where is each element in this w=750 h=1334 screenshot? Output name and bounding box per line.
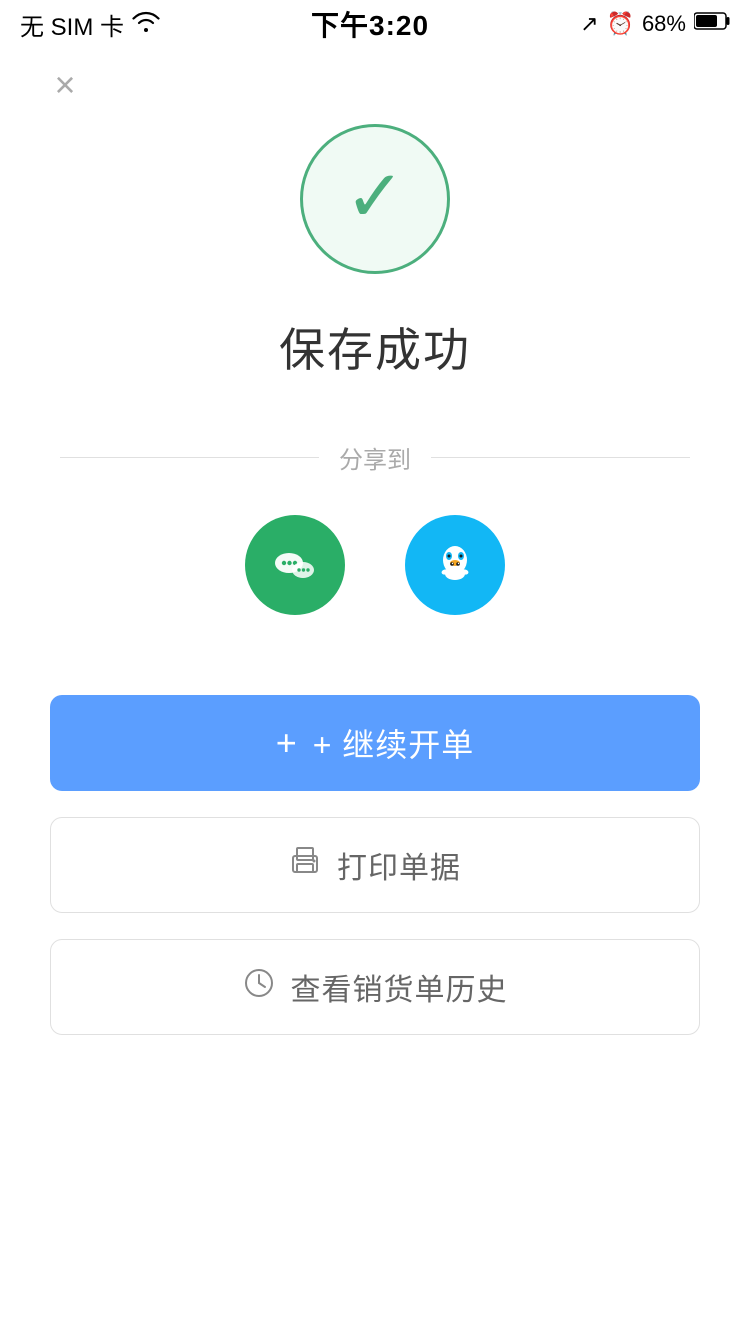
history-button[interactable]: 查看销货单历史 [50,939,700,1035]
main-content: ✓ 保存成功 分享到 [0,44,750,1035]
share-label: 分享到 [319,440,431,475]
wifi-icon [132,10,160,39]
print-button[interactable]: 打印单据 [50,817,700,913]
status-left: 无 SIM 卡 [20,7,160,42]
close-icon: × [54,67,75,103]
time-display: 下午3:20 [311,4,429,44]
success-title: 保存成功 [279,314,471,380]
wechat-share-button[interactable] [245,515,345,615]
alarm-icon: ⏰ [607,11,634,37]
status-bar: 无 SIM 卡 下午3:20 ↗ ⏰ 68% [0,0,750,44]
history-icon [243,967,275,1007]
qq-share-button[interactable] [405,515,505,615]
print-label: 打印单据 [337,843,461,887]
battery-label: 68% [642,11,686,37]
sim-status: 无 SIM 卡 [20,7,124,42]
location-icon: ↗ [580,11,598,37]
divider-line-right [431,457,690,458]
continue-label: + 继续开单 [313,720,475,766]
battery-icon [694,11,730,37]
close-button[interactable]: × [40,60,90,110]
share-icons-row [245,515,505,615]
status-right: ↗ ⏰ 68% [580,11,730,37]
share-divider: 分享到 [0,440,750,475]
continue-icon: + [276,722,297,764]
checkmark-icon: ✓ [345,161,405,233]
action-buttons: + + 继续开单 打印单据 [0,695,750,1035]
print-icon [289,846,321,884]
history-label: 查看销货单历史 [291,965,508,1009]
divider-line-left [60,457,319,458]
success-circle: ✓ [300,124,450,274]
continue-button[interactable]: + + 继续开单 [50,695,700,791]
